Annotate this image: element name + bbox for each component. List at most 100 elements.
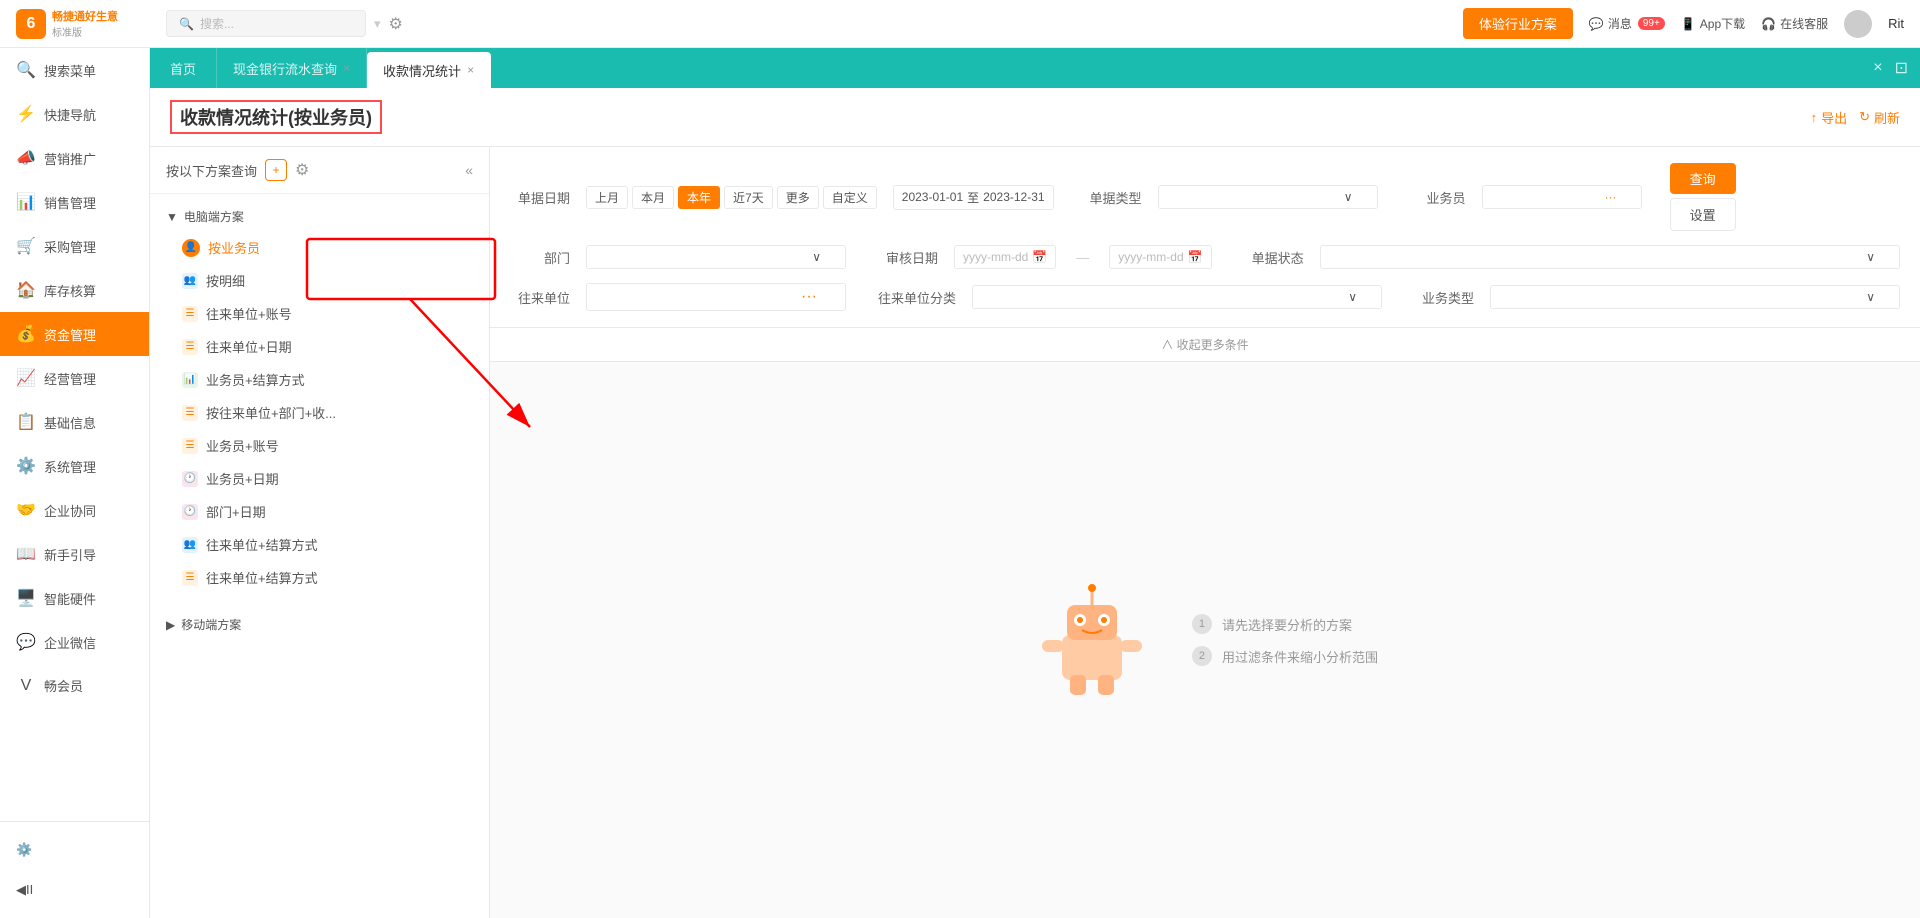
sidebar-item-search[interactable]: 🔍 搜索菜单 [0,48,149,92]
approve-date-from[interactable]: yyyy-mm-dd 📅 [954,245,1056,269]
page-header: 收款情况统计(按业务员) ↑ 导出 ↻ 刷新 [150,88,1920,147]
date-btn-thisyear[interactable]: 本年 [678,186,720,209]
scheme-group-mobile[interactable]: ▶ 移动端方案 [150,610,489,639]
date-separator: — [1076,250,1089,265]
sidebar-item-guide[interactable]: 📖 新手引导 [0,532,149,576]
salesperson-select[interactable]: ··· [1482,185,1642,209]
sidebar-collapse-icon: ◀II [16,882,33,898]
panel-settings-icon[interactable]: ⚙ [295,160,309,180]
date-to-value: 2023-12-31 [983,190,1044,204]
export-button[interactable]: ↑ 导出 [1811,108,1848,127]
date-btn-7days[interactable]: 近7天 [724,186,773,209]
header-nav: 🔍 搜索... ▾ ⚙ [166,10,1463,37]
sidebar-guide-label: 新手引导 [44,545,96,564]
sidebar-item-sales[interactable]: 📊 销售管理 [0,180,149,224]
sidebar-item-hardware[interactable]: 🖥️ 智能硬件 [0,576,149,620]
search-box[interactable]: 🔍 搜索... [166,10,366,37]
date-btn-thismonth[interactable]: 本月 [632,186,674,209]
app-icon: 📱 [1681,17,1696,31]
scheme-item-label-4: 业务员+结算方式 [206,370,305,389]
scheme-item-unit-method2[interactable]: ☰ 往来单位+结算方式 [150,561,489,594]
sidebar-item-purchase[interactable]: 🛒 采购管理 [0,224,149,268]
unit-select[interactable]: ··· [586,283,846,311]
sidebar-item-marketing[interactable]: 📣 营销推广 [0,136,149,180]
business-type-select[interactable]: ∨ [1490,285,1900,309]
tab-home[interactable]: 首页 [150,48,217,88]
date-btn-lastmonth[interactable]: 上月 [586,186,628,209]
scheme-item-detail[interactable]: 👥 按明细 [150,264,489,297]
mobile-expand-icon: ▶ [166,618,175,632]
calendar-icon-1[interactable]: 📅 [1032,250,1047,264]
user-avatar[interactable] [1844,10,1872,38]
app-download-item[interactable]: 📱 App下载 [1681,15,1745,32]
scheme-item-dept-date[interactable]: 🕐 部门+日期 [150,495,489,528]
scheme-item-label-2: 往来单位+账号 [206,304,292,323]
scheme-item-unit-method1[interactable]: 👥 往来单位+结算方式 [150,528,489,561]
trial-button[interactable]: 体验行业方案 [1463,8,1573,39]
salesperson-more-dots[interactable]: ··· [1605,190,1617,204]
member-icon: V [16,677,36,695]
scheme-item-unit-dept[interactable]: ☰ 按往来单位+部门+收... [150,396,489,429]
doctype-select[interactable]: ∨ [1158,185,1378,209]
refresh-button[interactable]: ↻ 刷新 [1859,108,1900,127]
message-item[interactable]: 💬 消息 99+ [1589,15,1665,32]
panel-collapse-icon[interactable]: « [465,162,473,178]
collapse-label: ∧ 收起更多条件 [1161,338,1248,352]
scheme-section-mobile: ▶ 移动端方案 [150,602,489,647]
filter-area: 单据日期 上月 本月 本年 近7天 更多 自定义 2023-01-01 至 [490,147,1920,328]
sidebar-item-finance[interactable]: 💰 资金管理 [0,312,149,356]
scheme-item-salesperson-method[interactable]: 📊 业务员+结算方式 [150,363,489,396]
sidebar-item-wechat[interactable]: 💬 企业微信 [0,620,149,664]
settings-icon[interactable]: ⚙ [389,14,403,34]
tab-collection-close[interactable]: × [467,63,474,77]
filter-row-2: 部门 ∨ 审核日期 yyyy-mm-dd 📅 — yyyy-mm-dd [510,245,1900,269]
tab-collection[interactable]: 收款情况统计 × [367,52,491,88]
tab-cashflow[interactable]: 现金银行流水查询 × [217,48,367,88]
scheme-item-unit-date[interactable]: ☰ 往来单位+日期 [150,330,489,363]
sidebar-item-operation[interactable]: 📈 经营管理 [0,356,149,400]
sidebar-wechat-label: 企业微信 [44,633,96,652]
dropdown-icon[interactable]: ▾ [374,16,381,32]
sidebar-item-basic[interactable]: 📋 基础信息 [0,400,149,444]
calendar-icon-2[interactable]: 📅 [1188,250,1203,264]
scheme-item-label-8: 部门+日期 [206,502,266,521]
message-icon: 💬 [1589,17,1604,31]
collapse-bar[interactable]: ∧ 收起更多条件 [490,328,1920,362]
scheme-item-salesperson-date[interactable]: 🕐 业务员+日期 [150,462,489,495]
logo-subtitle: 畅捷通好生意 [52,8,118,24]
approve-date-to[interactable]: yyyy-mm-dd 📅 [1109,245,1211,269]
scheme-item-salesperson-account[interactable]: ☰ 业务员+账号 [150,429,489,462]
sidebar-item-member[interactable]: V 畅会员 [0,664,149,707]
edition-badge: 标准版 [52,24,118,39]
scheme-item-salesperson[interactable]: 👤 按业务员 [150,231,489,264]
sidebar-item-inventory[interactable]: 🏠 库存核算 [0,268,149,312]
doctype-chevron: ∨ [1344,190,1353,204]
refresh-label: 刷新 [1874,108,1900,127]
unit-more-dots[interactable]: ··· [797,288,821,306]
scheme-item-unit-account[interactable]: ☰ 往来单位+账号 [150,297,489,330]
panel-add-icon[interactable]: + [265,159,287,181]
dept-select[interactable]: ∨ [586,245,846,269]
scheme-item-icon-4: 📊 [182,372,198,388]
scheme-group-pc[interactable]: ▼ 电脑端方案 [150,202,489,231]
date-btn-custom[interactable]: 自定义 [823,186,877,209]
date-btn-more[interactable]: 更多 [777,186,819,209]
tab-cashflow-close[interactable]: × [343,61,350,75]
sidebar-hardware-label: 智能硬件 [44,589,96,608]
tab-bar-right: × ⊡ [1873,58,1920,78]
settings-button[interactable]: 设置 [1670,198,1736,231]
tab-close-window-icon[interactable]: × [1873,59,1882,77]
sidebar-bottom-settings[interactable]: ⚙️ [0,830,149,870]
sidebar-item-collab[interactable]: 🤝 企业协同 [0,488,149,532]
docstatus-select[interactable]: ∨ [1320,245,1900,269]
query-button[interactable]: 查询 [1670,163,1736,194]
unit-category-select[interactable]: ∨ [972,285,1382,309]
scheme-item-label-0: 按业务员 [208,238,260,257]
online-service-item[interactable]: 🎧 在线客服 [1761,15,1828,32]
sidebar-item-system[interactable]: ⚙️ 系统管理 [0,444,149,488]
sales-icon: 📊 [16,192,36,212]
scheme-item-icon-9: 👥 [182,537,198,553]
sidebar-item-quicknav[interactable]: ⚡ 快捷导航 [0,92,149,136]
sidebar-collapse-btn[interactable]: ◀II [0,870,149,910]
tab-maximize-icon[interactable]: ⊡ [1895,58,1908,78]
